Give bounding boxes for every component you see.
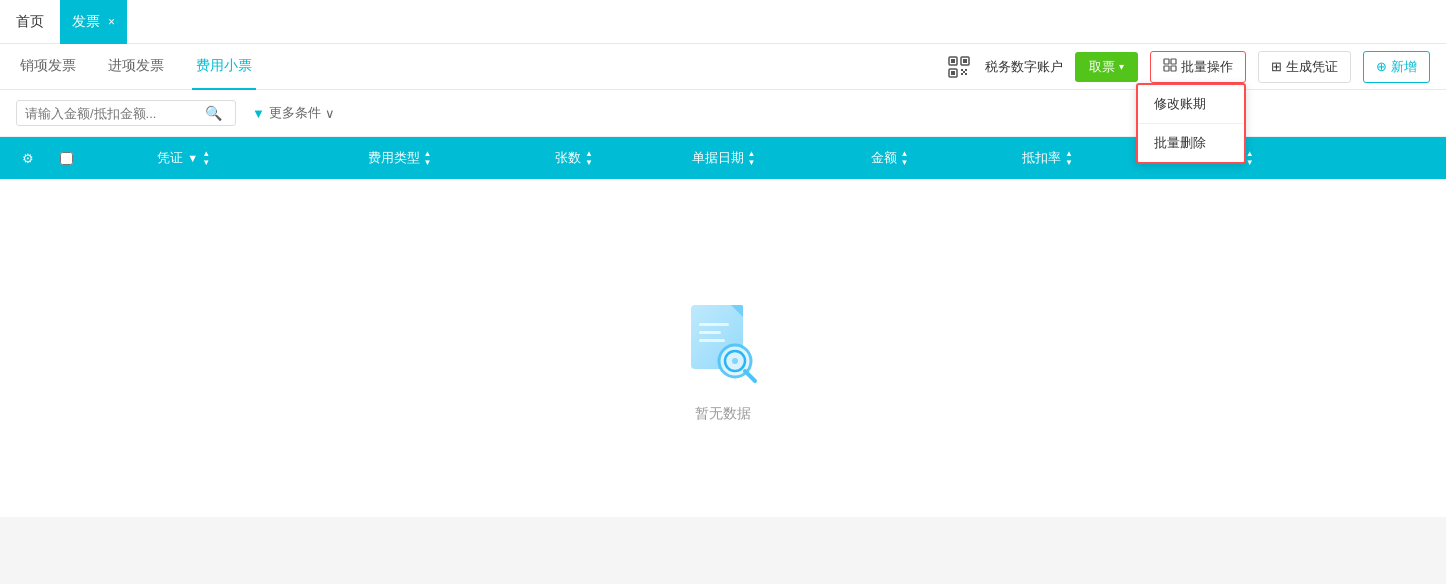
filter-icon: ▼ [252, 106, 265, 121]
svg-rect-10 [963, 71, 965, 73]
tax-digital-account-btn[interactable]: 税务数字账户 [985, 58, 1063, 76]
search-input[interactable] [25, 106, 205, 121]
th-checkbox[interactable] [48, 152, 84, 165]
empty-state-icon [673, 293, 773, 393]
svg-rect-8 [961, 73, 963, 75]
invoice-tab[interactable]: 发票 × [60, 0, 127, 44]
tab-expense-receipt[interactable]: 费用小票 [192, 44, 256, 90]
qr-code-icon[interactable] [945, 53, 973, 81]
svg-rect-3 [963, 59, 967, 63]
svg-rect-9 [965, 73, 967, 75]
take-ticket-arrow-icon: ▾ [1119, 61, 1124, 72]
svg-rect-18 [699, 331, 721, 334]
select-all-checkbox[interactable] [60, 152, 73, 165]
th-voucher[interactable]: 凭证 ▼ ▲▼ [84, 149, 283, 167]
th-deduction-rate[interactable]: 抵扣率 ▲▼ [964, 149, 1130, 167]
add-button[interactable]: ⊕ 新增 [1363, 51, 1430, 83]
top-nav: 首页 发票 × [0, 0, 1446, 44]
svg-rect-14 [1171, 66, 1176, 71]
more-conditions-btn[interactable]: ▼ 更多条件 ∨ [252, 104, 335, 122]
svg-rect-17 [699, 323, 729, 326]
gen-voucher-button[interactable]: ⊞ 生成凭证 [1258, 51, 1351, 83]
th-amount[interactable]: 金额 ▲▼ [815, 149, 964, 167]
sub-tabs-bar: 销项发票 进项发票 费用小票 税务数字账户 [0, 44, 1446, 90]
svg-rect-6 [961, 69, 963, 71]
th-date-sort-icon[interactable]: ▲▼ [748, 150, 756, 167]
tab-sales-invoice[interactable]: 销项发票 [16, 44, 80, 90]
content-area: ⚙ 凭证 ▼ ▲▼ 费用类型 ▲▼ 张数 ▲▼ 单据日期 ▲▼ 金额 ▲▼ 抵扣… [0, 137, 1446, 517]
th-voucher-sort-icon[interactable]: ▲▼ [202, 150, 210, 167]
svg-point-23 [732, 358, 738, 364]
svg-rect-5 [951, 71, 955, 75]
th-deduction-rate-sort-icon[interactable]: ▲▼ [1065, 150, 1073, 167]
svg-rect-13 [1164, 66, 1169, 71]
th-date[interactable]: 单据日期 ▲▼ [632, 149, 815, 167]
sub-tabs-right: 税务数字账户 取票 ▾ 批量操作 修改账期 批量删除 ⊞ [945, 51, 1430, 83]
close-tab-icon[interactable]: × [108, 15, 115, 29]
batch-op-button[interactable]: 批量操作 [1150, 51, 1246, 83]
batch-op-icon [1163, 58, 1177, 75]
th-sheets[interactable]: 张数 ▲▼ [516, 149, 632, 167]
empty-state-text: 暂无数据 [695, 405, 751, 423]
home-nav-item[interactable]: 首页 [16, 13, 60, 31]
add-icon: ⊕ [1376, 59, 1387, 74]
dropdown-item-batch-delete[interactable]: 批量删除 [1138, 123, 1244, 162]
svg-rect-19 [699, 339, 725, 342]
th-deduction-amount-sort-icon[interactable]: ▲▼ [1246, 150, 1254, 167]
more-conditions-arrow-icon: ∨ [325, 106, 335, 121]
dropdown-item-modify-period[interactable]: 修改账期 [1138, 85, 1244, 123]
th-amount-sort-icon[interactable]: ▲▼ [901, 150, 909, 167]
empty-state: 暂无数据 [0, 179, 1446, 517]
batch-op-wrapper: 批量操作 修改账期 批量删除 [1150, 51, 1246, 83]
tab-purchase-invoice[interactable]: 进项发票 [104, 44, 168, 90]
gen-voucher-icon: ⊞ [1271, 59, 1282, 74]
sub-tabs-left: 销项发票 进项发票 费用小票 [16, 44, 256, 90]
search-icon[interactable]: 🔍 [205, 105, 222, 121]
th-expense-type-sort-icon[interactable]: ▲▼ [424, 150, 432, 167]
take-ticket-button[interactable]: 取票 ▾ [1075, 52, 1138, 82]
svg-rect-12 [1171, 59, 1176, 64]
invoice-tab-label: 发票 [72, 13, 100, 31]
search-input-wrap: 🔍 [16, 100, 236, 126]
th-settings-icon[interactable]: ⚙ [8, 151, 48, 166]
svg-rect-1 [951, 59, 955, 63]
batch-op-dropdown: 修改账期 批量删除 [1136, 83, 1246, 164]
svg-line-22 [745, 371, 755, 381]
svg-rect-11 [1164, 59, 1169, 64]
th-sheets-sort-icon[interactable]: ▲▼ [585, 150, 593, 167]
svg-rect-7 [965, 69, 967, 71]
th-expense-type[interactable]: 费用类型 ▲▼ [283, 149, 516, 167]
th-voucher-filter-icon: ▼ [187, 152, 198, 164]
